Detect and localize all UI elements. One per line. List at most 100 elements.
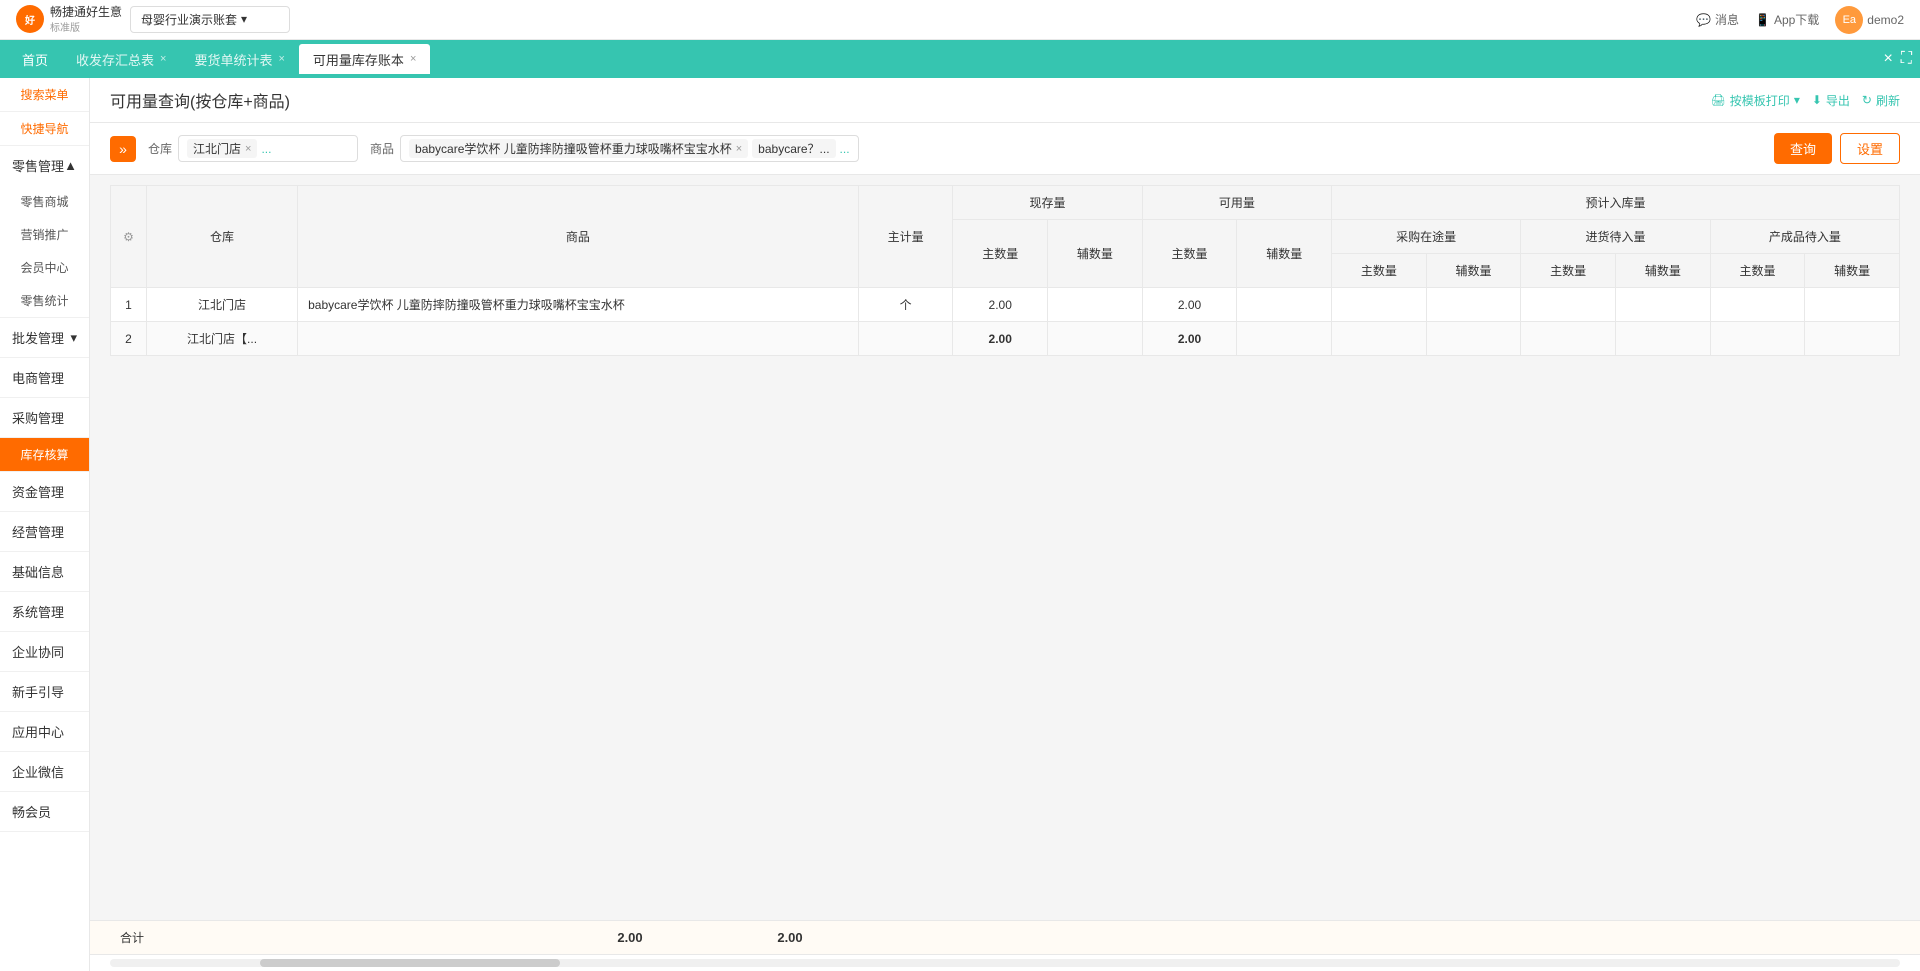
sidebar-group-wholesale: 批发管理 ▾ xyxy=(0,318,89,358)
cell-stock-aux-1 xyxy=(1048,288,1143,322)
print-dropdown-icon: ▾ xyxy=(1794,93,1800,107)
search-label: 搜索菜单 xyxy=(20,88,68,102)
product-more[interactable]: ... xyxy=(840,142,850,156)
sidebar-item-marketing[interactable]: 营销推广 xyxy=(0,218,89,251)
close-all-btn[interactable]: × xyxy=(1883,50,1892,68)
sidebar-quick-nav[interactable]: 快捷导航 xyxy=(0,112,89,146)
cell-index-1: 1 xyxy=(111,288,147,322)
app-icon: 📱 xyxy=(1755,13,1770,27)
sidebar-group-retail: 零售管理 ▲ 零售商城 营销推广 会员中心 零售统计 xyxy=(0,146,89,318)
sidebar-group-ecommerce-header[interactable]: 电商管理 xyxy=(0,358,89,397)
tab-receive-summary[interactable]: 收发存汇总表 × xyxy=(62,44,180,74)
cell-purchase-aux-1 xyxy=(1426,288,1521,322)
warehouse-filter-group: 仓库 江北门店 × ... xyxy=(148,135,358,162)
warehouse-tag-text: 江北门店 xyxy=(193,140,241,157)
th-stock-main: 主数量 xyxy=(953,220,1048,288)
cell-warehouse-2: 江北门店【... xyxy=(147,322,298,356)
sidebar-group-finance: 资金管理 xyxy=(0,472,89,512)
sidebar-group-wholesale-header[interactable]: 批发管理 ▾ xyxy=(0,318,89,357)
cell-incoming-aux-1 xyxy=(1616,288,1711,322)
gear-icon[interactable]: ⚙ xyxy=(123,230,134,244)
sidebar-group-basic-header[interactable]: 基础信息 xyxy=(0,552,89,591)
query-button[interactable]: 查询 xyxy=(1774,133,1832,164)
th-purchase-aux: 辅数量 xyxy=(1426,254,1521,288)
warehouse-input[interactable]: 江北门店 × ... xyxy=(178,135,358,162)
expand-icon: » xyxy=(119,141,127,157)
sidebar-item-retail-stats[interactable]: 零售统计 xyxy=(0,284,89,317)
tab-order-summary-label: 要货单统计表 xyxy=(194,50,272,69)
sidebar-group-system-header[interactable]: 系统管理 xyxy=(0,592,89,631)
refresh-btn[interactable]: ↻ 刷新 xyxy=(1862,92,1900,109)
print-btn[interactable]: 🖨 按模板打印 ▾ xyxy=(1711,92,1800,109)
sidebar-search[interactable]: 搜索菜单 xyxy=(0,78,89,112)
top-bar-left: 好 畅捷通好生意 标准版 母婴行业演示账套 ▾ xyxy=(16,5,290,34)
sidebar-group-appstore-header[interactable]: 应用中心 xyxy=(0,712,89,751)
tab-receive-summary-label: 收发存汇总表 xyxy=(76,50,154,69)
sidebar-group-wholesale-label: 批发管理 xyxy=(12,328,64,347)
message-label: 消息 xyxy=(1715,11,1739,28)
tab-order-summary[interactable]: 要货单统计表 × xyxy=(180,44,298,74)
sidebar-item-members[interactable]: 会员中心 xyxy=(0,251,89,284)
sidebar-item-inventory[interactable]: 库存核算 xyxy=(0,438,89,471)
product-tag-2: babycare？... xyxy=(752,139,835,158)
th-incoming-aux: 辅数量 xyxy=(1616,254,1711,288)
avatar-text: Ea xyxy=(1843,14,1856,26)
sidebar-group-newbie-label: 新手引导 xyxy=(12,682,64,701)
sidebar-group-enterprise-label: 企业协同 xyxy=(12,642,64,661)
product-tag-1-text: babycare学饮杯 儿童防摔防撞吸管杯重力球吸嘴杯宝宝水杯 xyxy=(415,140,732,157)
product-tag-1-remove[interactable]: × xyxy=(736,143,742,155)
th-available-aux: 辅数量 xyxy=(1237,220,1332,288)
sidebar-group-member-label: 畅会员 xyxy=(12,802,51,821)
sidebar-group-member-header[interactable]: 畅会员 xyxy=(0,792,89,831)
user-name: demo2 xyxy=(1867,13,1904,27)
store-select[interactable]: 母婴行业演示账套 ▾ xyxy=(130,6,290,33)
sidebar: 搜索菜单 快捷导航 零售管理 ▲ 零售商城 营销推广 会员中心 零售统计 批发管… xyxy=(0,78,90,971)
warehouse-more[interactable]: ... xyxy=(261,142,271,156)
cell-production-aux-1 xyxy=(1805,288,1900,322)
app-download-label: App下载 xyxy=(1774,11,1819,28)
tab-available-stock-close[interactable]: × xyxy=(410,53,416,65)
product-input[interactable]: babycare学饮杯 儿童防摔防撞吸管杯重力球吸嘴杯宝宝水杯 × babyca… xyxy=(400,135,859,162)
th-available-group: 可用量 xyxy=(1142,186,1331,220)
scrollbar-thumb[interactable] xyxy=(260,959,560,967)
export-btn[interactable]: ⬇ 导出 xyxy=(1812,92,1850,109)
top-bar: 好 畅捷通好生意 标准版 母婴行业演示账套 ▾ 💬 消息 📱 App下载 Ea … xyxy=(0,0,1920,40)
setting-button[interactable]: 设置 xyxy=(1840,133,1900,164)
message-btn[interactable]: 💬 消息 xyxy=(1696,11,1739,28)
product-filter-group: 商品 babycare学饮杯 儿童防摔防撞吸管杯重力球吸嘴杯宝宝水杯 × bab… xyxy=(370,135,859,162)
cell-available-main-1: 2.00 xyxy=(1142,288,1237,322)
sidebar-group-wecom: 企业微信 xyxy=(0,752,89,792)
user-area[interactable]: Ea demo2 xyxy=(1835,6,1904,34)
tab-home[interactable]: 首页 xyxy=(8,44,62,74)
sidebar-group-basic: 基础信息 xyxy=(0,552,89,592)
th-settings: ⚙ xyxy=(111,186,147,288)
sidebar-group-operations-header[interactable]: 经营管理 xyxy=(0,512,89,551)
page-header-actions: 🖨 按模板打印 ▾ ⬇ 导出 ↻ 刷新 xyxy=(1711,92,1900,109)
filter-expand-btn[interactable]: » xyxy=(110,136,136,162)
cell-unit-1: 个 xyxy=(858,288,953,322)
app-download-btn[interactable]: 📱 App下载 xyxy=(1755,11,1819,28)
warehouse-tag-remove[interactable]: × xyxy=(245,143,251,155)
tab-order-summary-close[interactable]: × xyxy=(278,53,284,65)
tab-receive-summary-close[interactable]: × xyxy=(160,53,166,65)
th-incoming-pending: 进货待入量 xyxy=(1521,220,1710,254)
sidebar-group-wecom-label: 企业微信 xyxy=(12,762,64,781)
cell-purchase-aux-2 xyxy=(1426,322,1521,356)
sidebar-item-retail-shop[interactable]: 零售商城 xyxy=(0,185,89,218)
sidebar-group-enterprise: 企业协同 xyxy=(0,632,89,672)
cell-stock-main-2: 2.00 xyxy=(953,322,1048,356)
sidebar-group-newbie-header[interactable]: 新手引导 xyxy=(0,672,89,711)
sidebar-group-enterprise-header[interactable]: 企业协同 xyxy=(0,632,89,671)
sidebar-group-purchase-header[interactable]: 采购管理 xyxy=(0,398,89,437)
th-stock-aux: 辅数量 xyxy=(1048,220,1143,288)
sidebar-group-appstore: 应用中心 xyxy=(0,712,89,752)
sidebar-group-finance-label: 资金管理 xyxy=(12,482,64,501)
sidebar-group-ecommerce-label: 电商管理 xyxy=(12,368,64,387)
sidebar-group-finance-header[interactable]: 资金管理 xyxy=(0,472,89,511)
sidebar-group-wecom-header[interactable]: 企业微信 xyxy=(0,752,89,791)
cell-product-2 xyxy=(298,322,859,356)
expand-btn[interactable]: ⛶ xyxy=(1901,50,1912,68)
sidebar-group-retail-header[interactable]: 零售管理 ▲ xyxy=(0,146,89,185)
cell-production-main-2 xyxy=(1710,322,1805,356)
tab-available-stock[interactable]: 可用量库存账本 × xyxy=(299,44,430,74)
